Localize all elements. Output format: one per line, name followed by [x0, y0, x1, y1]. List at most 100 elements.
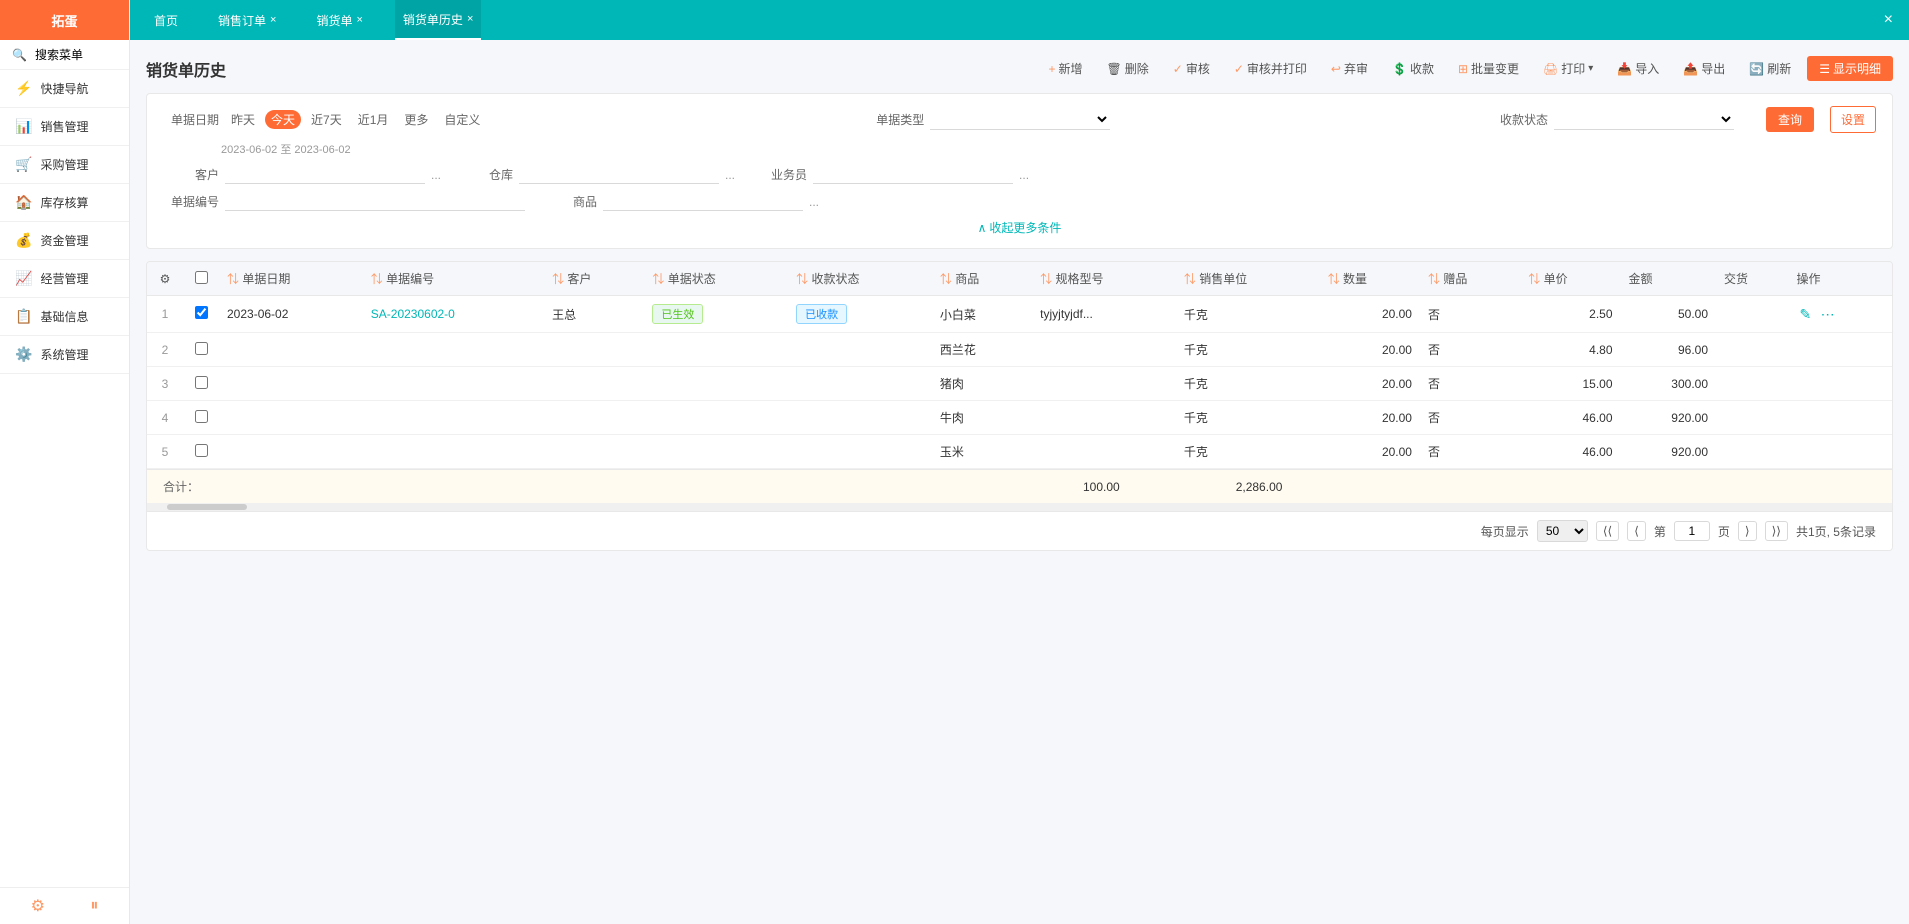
export-button[interactable]: 📤 导出	[1675, 56, 1733, 81]
page-label-pre: 第	[1654, 523, 1666, 540]
scroll-thumb[interactable]	[167, 504, 247, 510]
sort-icon[interactable]: ⇅	[1184, 272, 1196, 286]
row-checkbox[interactable]	[195, 410, 208, 423]
tab-sales-history[interactable]: 销货单历史 ×	[395, 0, 481, 40]
tab-close-sales-order[interactable]: ×	[270, 14, 276, 26]
abandon-button[interactable]: ↩ 弃审	[1323, 56, 1376, 81]
sidebar-item-label: 资金管理	[40, 232, 88, 249]
import-button[interactable]: 📥 导入	[1609, 56, 1667, 81]
tab-sales-order[interactable]: 销售订单 ×	[210, 0, 284, 40]
per-page-select[interactable]: 50 20 100 200	[1537, 520, 1588, 542]
sidebar-item-finance[interactable]: 💰 资金管理	[0, 222, 129, 260]
settings-button[interactable]: 设置	[1830, 106, 1876, 133]
collapse-sidebar-icon[interactable]: ⏸	[90, 897, 98, 915]
date-pill-today[interactable]: 今天	[265, 110, 301, 129]
filter-doc-type: 单据类型	[868, 109, 1110, 130]
cell-doc-date	[219, 401, 363, 435]
next-page-button[interactable]: ⟩	[1738, 521, 1757, 541]
date-pill-more[interactable]: 更多	[398, 110, 434, 129]
table-scrollbar[interactable]	[147, 503, 1892, 511]
footer-label: 合计：	[163, 478, 223, 495]
sidebar-item-system[interactable]: ⚙️ 系统管理	[0, 336, 129, 374]
warehouse-dots[interactable]: ...	[725, 168, 735, 182]
col-collect-status: ⇅ 收款状态	[788, 262, 932, 296]
first-page-button[interactable]: ⟨⟨	[1596, 521, 1619, 541]
last-page-button[interactable]: ⟩⟩	[1765, 521, 1788, 541]
sidebar-item-operations[interactable]: 📈 经营管理	[0, 260, 129, 298]
edit-action-icon[interactable]: ✎	[1799, 306, 1811, 322]
date-pill-1month[interactable]: 近1月	[352, 110, 395, 129]
cell-checkbox[interactable]	[183, 296, 219, 333]
tab-close-sales-history[interactable]: ×	[467, 13, 473, 25]
customer-input[interactable]	[225, 165, 425, 184]
sort-icon[interactable]: ⇅	[1528, 272, 1540, 286]
table-settings-icon[interactable]: ⚙	[160, 272, 171, 286]
prev-page-button[interactable]: ⟨	[1627, 521, 1646, 541]
cell-checkbox[interactable]	[183, 333, 219, 367]
tab-close-sales-delivery[interactable]: ×	[356, 14, 362, 26]
row-checkbox[interactable]	[195, 444, 208, 457]
sidebar-item-sales-mgmt[interactable]: 📊 销售管理	[0, 108, 129, 146]
refresh-button[interactable]: 🔄 刷新	[1741, 56, 1799, 81]
show-detail-button[interactable]: ☰ 显示明细	[1807, 56, 1893, 81]
row-checkbox[interactable]	[195, 342, 208, 355]
tab-home[interactable]: 首页	[146, 0, 186, 40]
delete-button[interactable]: 🗑 删除	[1099, 56, 1157, 81]
salesperson-input[interactable]	[813, 165, 1013, 184]
sort-icon[interactable]: ⇅	[1428, 272, 1440, 286]
date-pill-custom[interactable]: 自定义	[438, 110, 486, 129]
batch-change-button[interactable]: ⊞ 批量变更	[1450, 56, 1527, 81]
col-settings[interactable]: ⚙	[147, 262, 183, 296]
sort-icon[interactable]: ⇅	[652, 272, 664, 286]
doc-number-link[interactable]: SA-20230602-0	[371, 307, 455, 321]
doc-number-input[interactable]	[225, 192, 525, 211]
customer-dots[interactable]: ...	[431, 168, 441, 182]
cell-checkbox[interactable]	[183, 435, 219, 469]
goods-dots[interactable]: ...	[809, 195, 819, 209]
row-checkbox[interactable]	[195, 376, 208, 389]
sort-icon[interactable]: ⇅	[940, 272, 952, 286]
cell-action	[1788, 435, 1892, 469]
col-checkbox[interactable]	[183, 262, 219, 296]
footer-total-qty: 100.00	[1083, 480, 1120, 494]
sidebar-item-inventory[interactable]: 🏠 库存核算	[0, 184, 129, 222]
purchase-icon: 🛒	[15, 156, 32, 173]
audit-print-button[interactable]: ✓ 审核并打印	[1226, 56, 1315, 81]
print-button[interactable]: 🖨 打印	[1535, 56, 1601, 81]
collect-button[interactable]: 💲 收款	[1384, 56, 1442, 81]
cell-doc-date	[219, 333, 363, 367]
salesperson-dots[interactable]: ...	[1019, 168, 1029, 182]
refresh-icon: 🔄	[1749, 62, 1764, 76]
date-pill-7days[interactable]: 近7天	[305, 110, 348, 129]
select-all-checkbox[interactable]	[195, 271, 208, 284]
sidebar-item-quick-nav[interactable]: ⚡ 快捷导航	[0, 70, 129, 108]
new-button[interactable]: + 新增	[1040, 56, 1090, 81]
close-all-tabs[interactable]: ×	[1884, 11, 1893, 29]
sort-icon[interactable]: ⇅	[552, 272, 564, 286]
sort-icon[interactable]: ⇅	[371, 272, 383, 286]
sidebar-item-search-menu[interactable]: 🔍 搜索菜单	[0, 40, 129, 70]
cell-checkbox[interactable]	[183, 401, 219, 435]
tab-sales-delivery[interactable]: 销货单 ×	[308, 0, 370, 40]
cell-checkbox[interactable]	[183, 367, 219, 401]
sidebar-item-basic-info[interactable]: 📋 基础信息	[0, 298, 129, 336]
page-number-input[interactable]	[1674, 521, 1710, 541]
doc-type-select[interactable]	[930, 109, 1110, 130]
settings-bottom-icon[interactable]: ⚙	[31, 896, 45, 916]
collect-status-badge: 已收款	[796, 304, 847, 324]
sort-icon[interactable]: ⇅	[1328, 272, 1340, 286]
date-pill-yesterday[interactable]: 昨天	[225, 110, 261, 129]
warehouse-input[interactable]	[519, 165, 719, 184]
audit-button[interactable]: ✓ 审核	[1165, 56, 1218, 81]
goods-input[interactable]	[603, 192, 803, 211]
sort-icon[interactable]: ⇅	[227, 272, 239, 286]
sidebar-item-purchase-mgmt[interactable]: 🛒 采购管理	[0, 146, 129, 184]
collect-status-select[interactable]	[1554, 109, 1734, 130]
collapse-button[interactable]: ∧ 收起更多条件	[163, 219, 1876, 236]
sidebar-item-label: 采购管理	[40, 156, 88, 173]
row-checkbox[interactable]	[195, 306, 208, 319]
more-action-icon[interactable]: ⋯	[1821, 306, 1835, 322]
sort-icon[interactable]: ⇅	[1040, 272, 1052, 286]
query-button[interactable]: 查询	[1766, 107, 1814, 132]
sort-icon[interactable]: ⇅	[796, 272, 808, 286]
